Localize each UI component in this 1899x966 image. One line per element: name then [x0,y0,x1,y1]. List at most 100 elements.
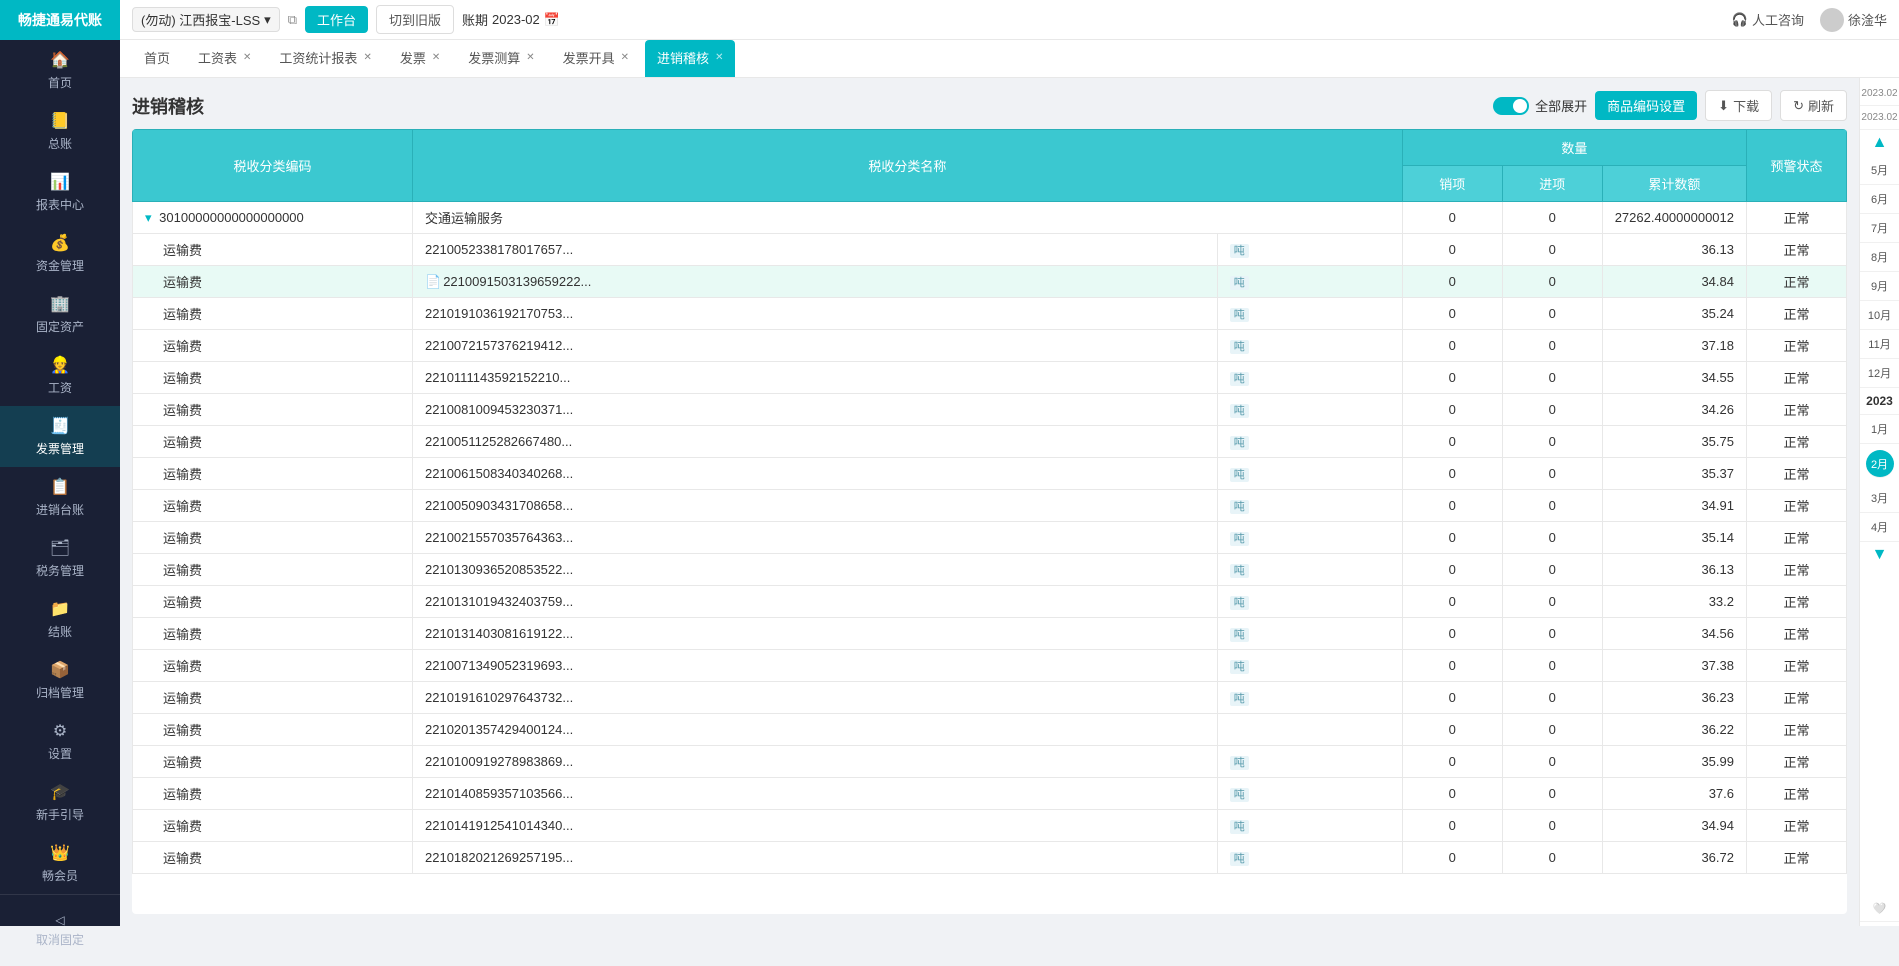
cumulative-cell: 37.6 [1602,778,1746,810]
page-title: 进销稽核 [132,93,204,119]
expand-toggle[interactable]: 全部展开 [1493,96,1587,115]
table-row[interactable]: 运输费 2210141912541014340... 吨 0 0 34.94 正… [133,810,1847,842]
unit-cell: 吨 [1217,778,1402,810]
panel-month-2-active[interactable]: 2月 [1866,450,1894,478]
sidebar-item-guide[interactable]: 🎓 新手引导 [0,772,120,833]
table-row[interactable]: 运输费 2210051125282667480... 吨 0 0 35.75 正… [133,426,1847,458]
unit-cell: 吨 [1217,394,1402,426]
status-cell: 正常 [1747,426,1847,458]
user-button[interactable]: 徐淦华 [1820,8,1887,32]
purchase-cell: 0 [1502,298,1602,330]
table-row[interactable]: 运输费 2210061508340340268... 吨 0 0 35.37 正… [133,458,1847,490]
tab-salary[interactable]: 工资表 ✕ [186,40,263,77]
tab-invoice-close[interactable]: ✕ [432,52,440,63]
expand-icon[interactable]: ▾ [145,210,152,225]
sidebar-item-settings[interactable]: ⚙ 设置 [0,711,120,772]
panel-month-6[interactable]: 6月 [1860,185,1899,214]
support-button[interactable]: 🎧 人工咨询 [1732,10,1804,29]
sidebar-item-home[interactable]: 🏠 首页 [0,40,120,101]
sidebar-item-sales-ledger[interactable]: 📋 进销台账 [0,467,120,528]
unit-tag: 吨 [1230,788,1249,802]
table-row[interactable]: 运输费 2210111143592152210... 吨 0 0 34.55 正… [133,362,1847,394]
panel-month-11[interactable]: 11月 [1860,330,1899,359]
tab-invoice-issue[interactable]: 发票开具 ✕ [551,40,641,77]
toggle-track[interactable] [1493,97,1529,115]
table-row[interactable]: 运输费 2210071349052319693... 吨 0 0 37.38 正… [133,650,1847,682]
table-row[interactable]: 运输费 2210072157376219412... 吨 0 0 37.18 正… [133,330,1847,362]
panel-arrow-up[interactable]: ▲ [1868,130,1892,156]
sidebar-item-tax[interactable]: 🗂 税务管理 [0,528,120,589]
panel-month-3[interactable]: 3月 [1860,484,1899,513]
sidebar-item-ledger[interactable]: 📒 总账 [0,101,120,162]
purchase-cell: 0 [1502,362,1602,394]
table-row[interactable]: 运输费 2210191036192170753... 吨 0 0 35.24 正… [133,298,1847,330]
panel-heart-icon[interactable]: 🤍 [1860,896,1899,922]
table-row[interactable]: 运输费 2210100919278983869... 吨 0 0 35.99 正… [133,746,1847,778]
table-row[interactable]: 运输费 2210081009453230371... 吨 0 0 34.26 正… [133,394,1847,426]
sidebar-item-unpin[interactable]: ◁ 取消固定 [0,903,120,958]
table-row[interactable]: 运输费 2210201357429400124... 0 0 36.22 正常 [133,714,1847,746]
panel-month-7[interactable]: 7月 [1860,214,1899,243]
sidebar-item-label: 税务管理 [36,562,84,579]
table-row[interactable]: 运输费 2210140859357103566... 吨 0 0 37.6 正常 [133,778,1847,810]
tab-salary-report-label: 工资统计报表 [279,48,357,67]
sidebar-item-close[interactable]: 📁 结账 [0,589,120,650]
tab-salary-close[interactable]: ✕ [243,52,251,63]
tax-code-cell: 运输费 [133,618,413,650]
table-row[interactable]: 运输费 2210130936520853522... 吨 0 0 36.13 正… [133,554,1847,586]
tab-home[interactable]: 首页 [132,40,182,77]
tab-sales-check-close[interactable]: ✕ [715,52,723,63]
panel-month-10[interactable]: 10月 [1860,301,1899,330]
panel-arrow-down[interactable]: ▼ [1868,542,1892,568]
unit-cell: 吨 [1217,586,1402,618]
main-area: (勿动) 江西报宝-LSS ▾ ⧉ 工作台 切到旧版 账期 2023-02 📅 … [120,0,1899,926]
table-row[interactable]: 运输费 2210182021269257195... 吨 0 0 36.72 正… [133,842,1847,874]
sidebar-item-funds[interactable]: 💰 资金管理 [0,223,120,284]
purchase-cell: 0 [1502,394,1602,426]
table-row[interactable]: 运输费 2210052338178017657... 吨 0 0 36.13 正… [133,234,1847,266]
panel-month-4[interactable]: 4月 [1860,513,1899,542]
table-row[interactable]: 运输费 2210050903431708658... 吨 0 0 34.91 正… [133,490,1847,522]
assets-icon: 🏢 [50,294,70,314]
tab-invoice[interactable]: 发票 ✕ [388,40,452,77]
tab-invoice-issue-label: 发票开具 [563,48,615,67]
table-row[interactable]: 运输费 2210131019432403759... 吨 0 0 33.2 正常 [133,586,1847,618]
sidebar-item-assets[interactable]: 🏢 固定资产 [0,284,120,345]
panel-month-12[interactable]: 12月 [1860,359,1899,388]
status-cell: 正常 [1747,554,1847,586]
settings-button[interactable]: 商品编码设置 [1595,91,1697,120]
tab-salary-report-close[interactable]: ✕ [363,52,371,63]
sidebar-item-report[interactable]: 📊 报表中心 [0,162,120,223]
tab-invoice-calc-close[interactable]: ✕ [526,52,534,63]
panel-month-1[interactable]: 1月 [1860,415,1899,444]
tab-invoice-issue-close[interactable]: ✕ [621,52,629,63]
status-cell: 正常 [1747,490,1847,522]
table-row[interactable]: 运输费 2210021557035764363... 吨 0 0 35.14 正… [133,522,1847,554]
tab-invoice-calc[interactable]: 发票测算 ✕ [456,40,546,77]
tab-sales-check[interactable]: 进销稽核 ✕ [645,40,735,77]
tab-salary-report[interactable]: 工资统计报表 ✕ [267,40,383,77]
sidebar-item-archive[interactable]: 📦 归档管理 [0,650,120,711]
sales-cell: 0 [1402,650,1502,682]
switch-version-button[interactable]: 切到旧版 [376,5,454,34]
panel-month-8[interactable]: 8月 [1860,243,1899,272]
table-row[interactable]: 运输费 2210191610297643732... 吨 0 0 36.23 正… [133,682,1847,714]
tax-code-cell: 运输费 [133,554,413,586]
download-button[interactable]: ⬇ 下载 [1705,90,1772,121]
copy-icon[interactable]: ⧉ [288,12,297,28]
table-row[interactable]: ▾ 30100000000000000000 交通运输服务 0 0 27262.… [133,202,1847,234]
company-selector[interactable]: (勿动) 江西报宝-LSS ▾ [132,7,280,32]
refresh-button[interactable]: ↻ 刷新 [1780,90,1847,121]
cumulative-cell: 36.22 [1602,714,1746,746]
panel-month-5[interactable]: 5月 [1860,156,1899,185]
panel-month-9[interactable]: 9月 [1860,272,1899,301]
tax-code-cell: 运输费 [133,714,413,746]
sidebar-item-invoice[interactable]: 🧾 发票管理 [0,406,120,467]
table-row[interactable]: 运输费 2210131403081619122... 吨 0 0 34.56 正… [133,618,1847,650]
sidebar-item-vip[interactable]: 👑 畅会员 [0,833,120,894]
sidebar-item-salary[interactable]: 👷 工资 [0,345,120,406]
workbench-button[interactable]: 工作台 [305,6,368,33]
period-calendar-icon[interactable]: 📅 [544,12,560,28]
table-row[interactable]: 运输费 📄2210091503139659222... 吨 0 0 34.84 … [133,266,1847,298]
support-label: 人工咨询 [1752,10,1804,29]
